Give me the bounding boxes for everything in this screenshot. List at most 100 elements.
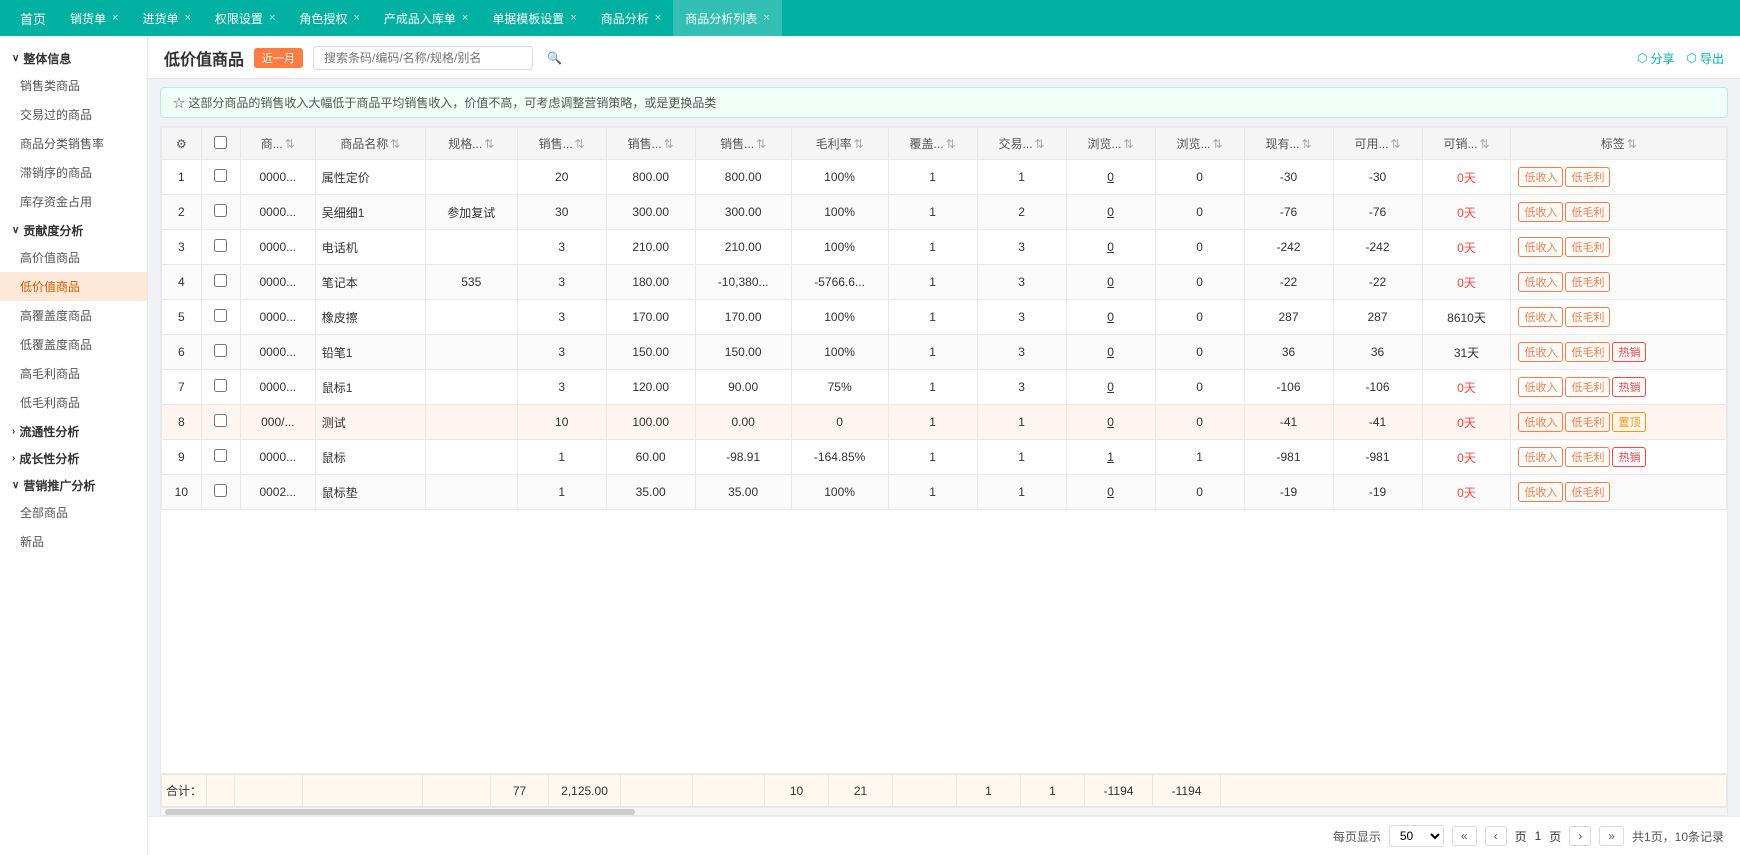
- sidebar-item-new-goods[interactable]: 新品: [0, 527, 147, 556]
- sidebar-item-high-value[interactable]: 高价值商品: [0, 243, 147, 272]
- page-size-select[interactable]: 50 100 200: [1389, 825, 1444, 847]
- horizontal-scrollbar[interactable]: [160, 808, 1728, 816]
- sort-view2-icon[interactable]: ⇅: [1213, 137, 1223, 151]
- cell-view1[interactable]: 0: [1066, 160, 1155, 195]
- sort-code-icon[interactable]: ⇅: [285, 137, 295, 151]
- col-view1[interactable]: 浏览...⇅: [1066, 128, 1155, 160]
- sidebar-group-growth[interactable]: › 成长性分析: [0, 444, 147, 471]
- view1-link[interactable]: 0: [1107, 345, 1114, 359]
- view1-link[interactable]: 0: [1107, 205, 1114, 219]
- close-goods-analysis-icon[interactable]: ×: [655, 12, 661, 24]
- row-checkbox[interactable]: [214, 239, 227, 252]
- row-checkbox[interactable]: [214, 309, 227, 322]
- sort-sales-amount-icon[interactable]: ⇅: [756, 137, 766, 151]
- view1-link[interactable]: 1: [1107, 450, 1114, 464]
- next-page-button[interactable]: ›: [1569, 826, 1591, 846]
- cell-checkbox[interactable]: [201, 335, 240, 370]
- sidebar-group-marketing[interactable]: ∨ 营销推广分析: [0, 471, 147, 498]
- nav-stock-in[interactable]: 产成品入库单 ×: [372, 0, 480, 36]
- nav-goods-analysis[interactable]: 商品分析 ×: [589, 0, 673, 36]
- nav-home[interactable]: 首页: [8, 0, 58, 36]
- row-checkbox[interactable]: [214, 379, 227, 392]
- col-sales-amount[interactable]: 销售...⇅: [695, 128, 791, 160]
- search-input[interactable]: [313, 46, 533, 70]
- sidebar-item-low-value[interactable]: 低价值商品: [0, 272, 147, 301]
- col-checkbox[interactable]: [201, 128, 240, 160]
- sidebar-item-stock-cost[interactable]: 库存资金占用: [0, 187, 147, 216]
- cell-view1[interactable]: 0: [1066, 370, 1155, 405]
- first-page-button[interactable]: «: [1452, 826, 1477, 846]
- cell-view1[interactable]: 0: [1066, 195, 1155, 230]
- view1-link[interactable]: 0: [1107, 485, 1114, 499]
- sidebar-item-high-coverage[interactable]: 高覆盖度商品: [0, 301, 147, 330]
- cell-view1[interactable]: 0: [1066, 300, 1155, 335]
- col-coverage[interactable]: 覆盖...⇅: [888, 128, 977, 160]
- col-trade[interactable]: 交易...⇅: [977, 128, 1066, 160]
- close-stock-in-icon[interactable]: ×: [462, 12, 468, 24]
- cell-view1[interactable]: 0: [1066, 475, 1155, 510]
- view1-link[interactable]: 0: [1107, 170, 1114, 184]
- sort-available-icon[interactable]: ⇅: [1390, 137, 1400, 151]
- cell-view1[interactable]: 0: [1066, 265, 1155, 300]
- filter-month-button[interactable]: 近一月: [254, 48, 303, 68]
- nav-sales[interactable]: 销货单 ×: [58, 0, 130, 36]
- sort-coverage-icon[interactable]: ⇅: [946, 137, 956, 151]
- sort-current-icon[interactable]: ⇅: [1302, 137, 1312, 151]
- row-checkbox[interactable]: [214, 449, 227, 462]
- col-code[interactable]: 商...⇅: [240, 128, 315, 160]
- share-button[interactable]: ⬡ 分享: [1637, 50, 1675, 67]
- col-gross-rate[interactable]: 毛利率⇅: [791, 128, 888, 160]
- sidebar-group-circulation[interactable]: › 流通性分析: [0, 417, 147, 444]
- col-settings[interactable]: ⚙: [162, 128, 202, 160]
- sidebar-item-low-profit[interactable]: 低毛利商品: [0, 388, 147, 417]
- row-checkbox[interactable]: [214, 169, 227, 182]
- view1-link[interactable]: 0: [1107, 310, 1114, 324]
- sort-trade-icon[interactable]: ⇅: [1035, 137, 1045, 151]
- export-button[interactable]: ⬡ 导出: [1687, 50, 1725, 67]
- nav-goods-list[interactable]: 商品分析列表 ×: [673, 0, 781, 36]
- col-sales-qty[interactable]: 销售...⇅: [517, 128, 606, 160]
- sort-name-icon[interactable]: ⇅: [390, 137, 400, 151]
- sidebar-item-category-rate[interactable]: 商品分类销售率: [0, 129, 147, 158]
- sort-saleable-icon[interactable]: ⇅: [1479, 137, 1489, 151]
- select-all-checkbox[interactable]: [214, 136, 227, 149]
- close-purchase-icon[interactable]: ×: [184, 12, 190, 24]
- sort-sales-price-icon[interactable]: ⇅: [664, 137, 674, 151]
- sort-view1-icon[interactable]: ⇅: [1124, 137, 1134, 151]
- cell-view1[interactable]: 0: [1066, 230, 1155, 265]
- cell-view1[interactable]: 1: [1066, 440, 1155, 475]
- cell-checkbox[interactable]: [201, 370, 240, 405]
- close-template-icon[interactable]: ×: [570, 12, 576, 24]
- close-sales-icon[interactable]: ×: [112, 12, 118, 24]
- sort-gross-icon[interactable]: ⇅: [854, 137, 864, 151]
- col-saleable[interactable]: 可销...⇅: [1422, 128, 1511, 160]
- col-view2[interactable]: 浏览...⇅: [1155, 128, 1244, 160]
- close-roles-icon[interactable]: ×: [353, 12, 359, 24]
- cell-checkbox[interactable]: [201, 440, 240, 475]
- nav-template[interactable]: 单据模板设置 ×: [480, 0, 588, 36]
- cell-checkbox[interactable]: [201, 405, 240, 440]
- cell-checkbox[interactable]: [201, 265, 240, 300]
- row-checkbox[interactable]: [214, 484, 227, 497]
- row-checkbox[interactable]: [214, 204, 227, 217]
- col-sales-price[interactable]: 销售...⇅: [606, 128, 695, 160]
- sidebar-item-sales-goods[interactable]: 销售类商品: [0, 71, 147, 100]
- col-spec[interactable]: 规格...⇅: [425, 128, 517, 160]
- data-table-container[interactable]: ⚙ 商...⇅ 商品名称⇅ 规格...⇅ 销售...⇅ 销售...⇅ 销售...…: [160, 126, 1728, 774]
- search-icon[interactable]: 🔍: [547, 51, 562, 65]
- col-available[interactable]: 可用...⇅: [1333, 128, 1422, 160]
- sidebar-item-high-profit[interactable]: 高毛利商品: [0, 359, 147, 388]
- view1-link[interactable]: 0: [1107, 240, 1114, 254]
- row-checkbox[interactable]: [214, 344, 227, 357]
- cell-checkbox[interactable]: [201, 300, 240, 335]
- sort-tags-icon[interactable]: ⇅: [1627, 137, 1637, 151]
- sidebar-group-overall[interactable]: ∨ 整体信息: [0, 44, 147, 71]
- row-checkbox[interactable]: [214, 414, 227, 427]
- sort-spec-icon[interactable]: ⇅: [484, 137, 494, 151]
- close-goods-list-icon[interactable]: ×: [763, 12, 769, 24]
- sidebar-item-slow-goods[interactable]: 滞销序的商品: [0, 158, 147, 187]
- cell-view1[interactable]: 0: [1066, 405, 1155, 440]
- cell-checkbox[interactable]: [201, 160, 240, 195]
- sidebar-group-contribution[interactable]: ∨ 贡献度分析: [0, 216, 147, 243]
- view1-link[interactable]: 0: [1107, 275, 1114, 289]
